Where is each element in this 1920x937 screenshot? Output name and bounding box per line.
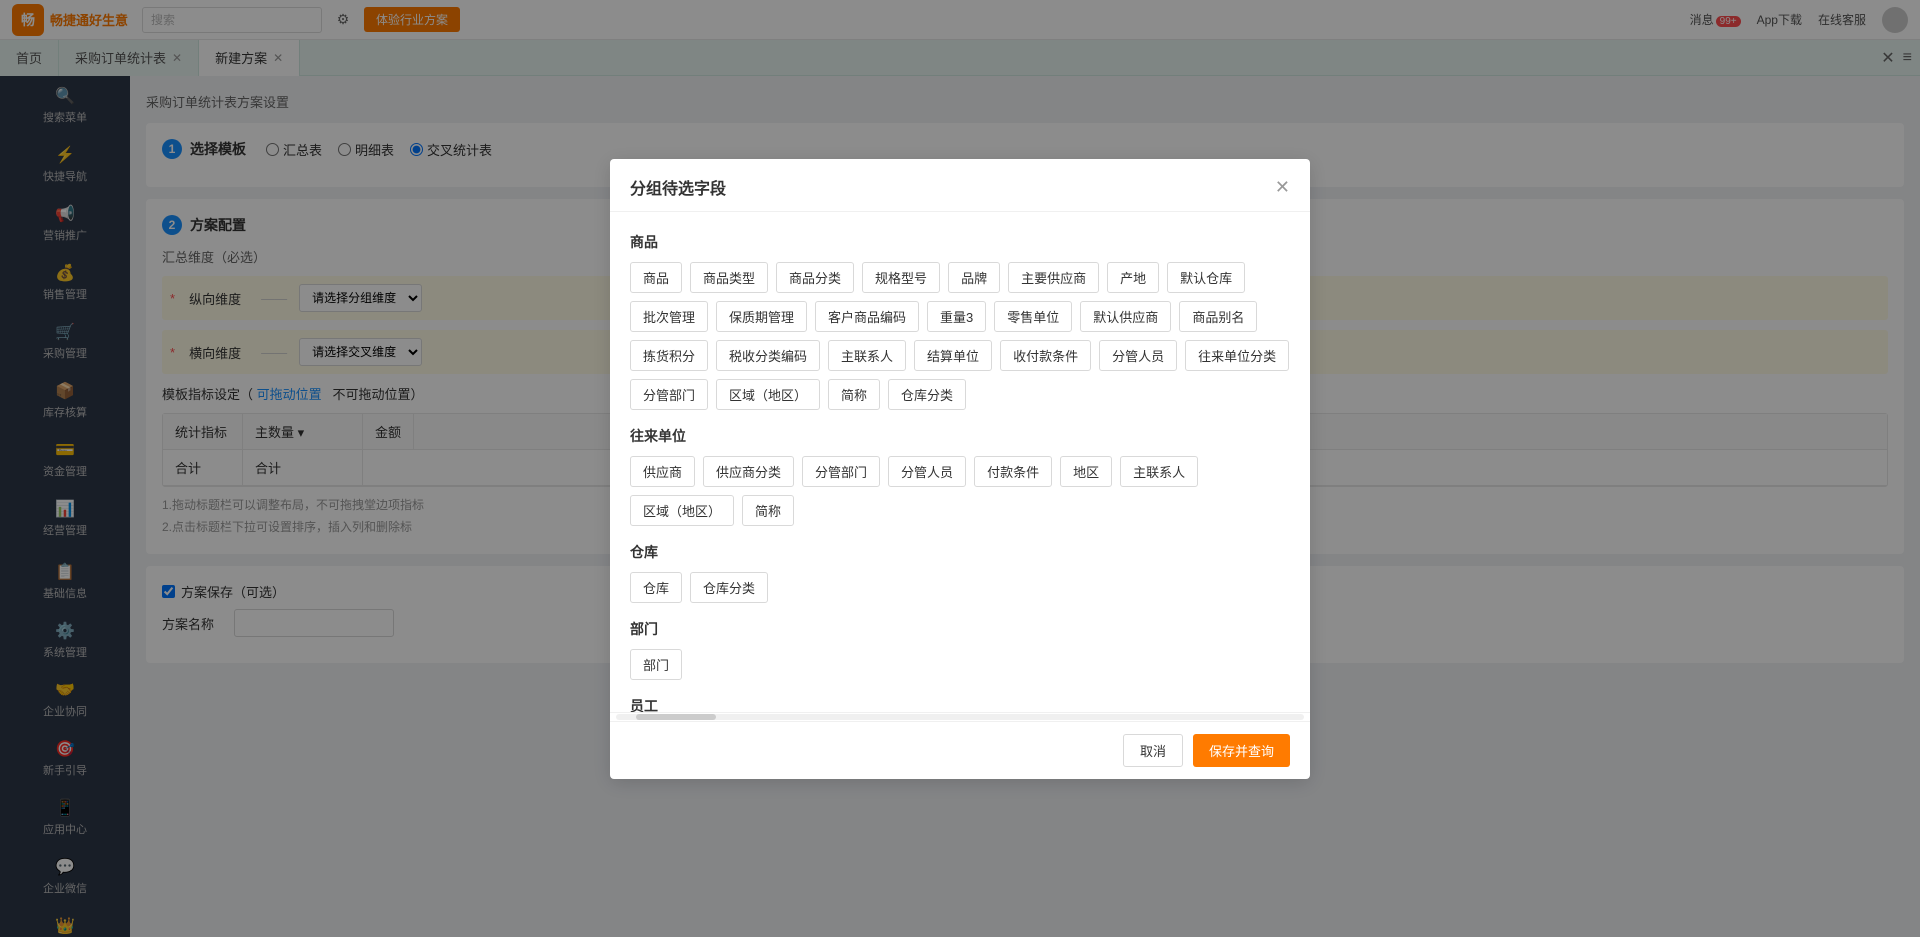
partner-fields: 供应商 供应商分类 分管部门 分管人员 付款条件 地区 主联系人 区域（地区） … [630, 456, 1290, 526]
field-tag-region2[interactable]: 区域（地区） [630, 495, 734, 526]
field-tag-partner-manager[interactable]: 分管人员 [888, 456, 966, 487]
product-fields: 商品 商品类型 商品分类 规格型号 品牌 主要供应商 产地 默认仓库 批次管理 … [630, 262, 1290, 410]
save-query-button[interactable]: 保存并查询 [1193, 734, 1290, 767]
group-dept-title: 部门 [630, 619, 1290, 639]
field-tag-brand[interactable]: 品牌 [948, 262, 1000, 293]
field-tag-region[interactable]: 区域（地区） [716, 379, 820, 410]
group-partner: 往来单位 供应商 供应商分类 分管部门 分管人员 付款条件 地区 主联系人 区域… [630, 426, 1290, 526]
group-product-title: 商品 [630, 232, 1290, 252]
field-tag-retail-unit[interactable]: 零售单位 [994, 301, 1072, 332]
field-tag-supplier-class[interactable]: 供应商分类 [703, 456, 794, 487]
field-tag-spec-model[interactable]: 规格型号 [862, 262, 940, 293]
field-tag-product-type[interactable]: 商品类型 [690, 262, 768, 293]
field-tag-supplier[interactable]: 供应商 [630, 456, 695, 487]
field-tag-product-class[interactable]: 商品分类 [776, 262, 854, 293]
field-tag-wh-class[interactable]: 仓库分类 [888, 379, 966, 410]
field-tag-wh[interactable]: 仓库 [630, 572, 682, 603]
group-dept: 部门 部门 [630, 619, 1290, 680]
field-tag-abbr2[interactable]: 简称 [742, 495, 794, 526]
field-tag-cust-code[interactable]: 客户商品编码 [815, 301, 919, 332]
field-tag-product-alias[interactable]: 商品别名 [1179, 301, 1257, 332]
field-tag-batch[interactable]: 批次管理 [630, 301, 708, 332]
field-tag-tax-code[interactable]: 税收分类编码 [716, 340, 820, 371]
modal-overlay[interactable]: 分组待选字段 ✕ 商品 商品 商品类型 商品分类 规格型号 品牌 主要供应商 [130, 76, 1920, 937]
field-tag-dept[interactable]: 分管部门 [630, 379, 708, 410]
field-tag-payment-terms[interactable]: 收付款条件 [1000, 340, 1091, 371]
field-tag-payment-cond[interactable]: 付款条件 [974, 456, 1052, 487]
modal-close-btn[interactable]: ✕ [1275, 178, 1290, 196]
field-tag-default-wh[interactable]: 默认仓库 [1167, 262, 1245, 293]
field-tag-abbr[interactable]: 简称 [828, 379, 880, 410]
field-tag-main-supplier[interactable]: 主要供应商 [1008, 262, 1099, 293]
field-tag-weight[interactable]: 重量3 [927, 301, 986, 332]
field-tag-pick-points[interactable]: 拣货积分 [630, 340, 708, 371]
cancel-button[interactable]: 取消 [1123, 734, 1183, 767]
field-tag-dept2[interactable]: 部门 [630, 649, 682, 680]
field-tag-product[interactable]: 商品 [630, 262, 682, 293]
group-partner-title: 往来单位 [630, 426, 1290, 446]
group-employee-title: 员工 [630, 696, 1290, 713]
field-tag-partner-dept[interactable]: 分管部门 [802, 456, 880, 487]
field-tag-manager[interactable]: 分管人员 [1099, 340, 1177, 371]
warehouse-fields: 仓库 仓库分类 [630, 572, 1290, 603]
group-employee: 员工 业务员 [630, 696, 1290, 713]
field-tag-expiry[interactable]: 保质期管理 [716, 301, 807, 332]
field-tag-partner-class[interactable]: 往来单位分类 [1185, 340, 1289, 371]
modal-footer: 取消 保存并查询 [610, 721, 1310, 779]
field-tag-origin[interactable]: 产地 [1107, 262, 1159, 293]
group-product: 商品 商品 商品类型 商品分类 规格型号 品牌 主要供应商 产地 默认仓库 批次… [630, 232, 1290, 410]
modal: 分组待选字段 ✕ 商品 商品 商品类型 商品分类 规格型号 品牌 主要供应商 [610, 159, 1310, 779]
field-tag-default-supplier[interactable]: 默认供应商 [1080, 301, 1171, 332]
field-tag-wh-class2[interactable]: 仓库分类 [690, 572, 768, 603]
field-tag-main-contact[interactable]: 主联系人 [828, 340, 906, 371]
modal-header: 分组待选字段 ✕ [610, 159, 1310, 212]
group-warehouse: 仓库 仓库 仓库分类 [630, 542, 1290, 603]
dept-fields: 部门 [630, 649, 1290, 680]
field-tag-settlement[interactable]: 结算单位 [914, 340, 992, 371]
modal-title: 分组待选字段 [630, 175, 726, 199]
group-warehouse-title: 仓库 [630, 542, 1290, 562]
modal-body: 商品 商品 商品类型 商品分类 规格型号 品牌 主要供应商 产地 默认仓库 批次… [610, 212, 1310, 713]
field-tag-contact[interactable]: 主联系人 [1120, 456, 1198, 487]
field-tag-area[interactable]: 地区 [1060, 456, 1112, 487]
modal-hscroll[interactable] [610, 712, 1310, 720]
main-content: 采购订单统计表方案设置 1 选择模板 汇总表 明细表 交叉统计表 2 方案配置 … [130, 76, 1920, 937]
